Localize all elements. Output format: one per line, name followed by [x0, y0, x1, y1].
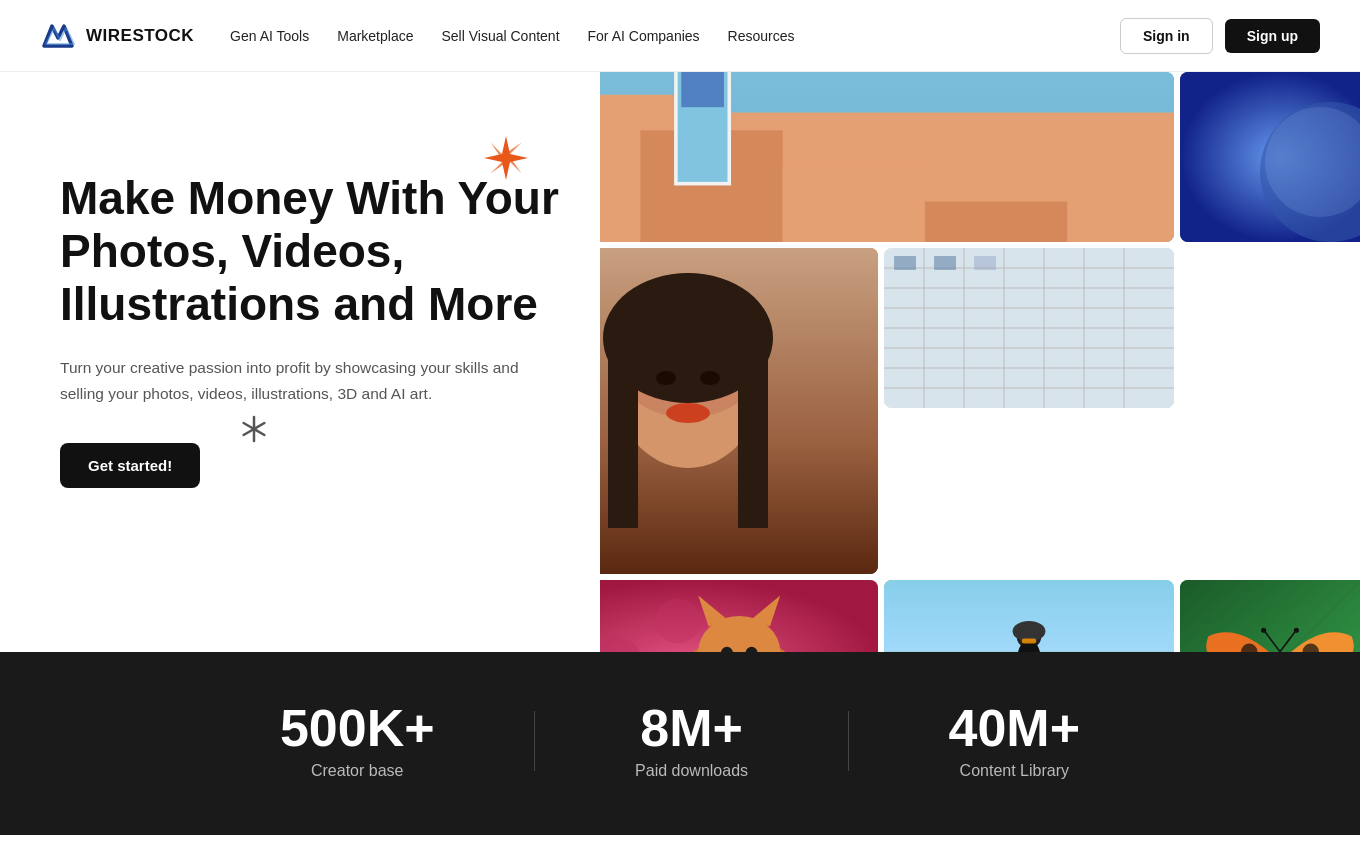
brand-name: WIRESTOCK	[86, 26, 194, 46]
svg-rect-72	[1022, 638, 1036, 643]
svg-rect-43	[974, 256, 996, 270]
get-started-button[interactable]: Get started!	[60, 443, 200, 488]
navbar: WIRESTOCK Gen AI Tools Marketplace Sell …	[0, 0, 1360, 72]
hero-subtitle: Turn your creative passion into profit b…	[60, 355, 560, 408]
image-cat	[600, 580, 878, 652]
stats-bar: 500K+ Creator base 8M+ Paid downloads 40…	[0, 652, 1360, 835]
starburst-icon	[480, 132, 532, 184]
svg-rect-22	[738, 348, 768, 528]
hero-image-grid	[600, 72, 1360, 652]
star-decoration-icon	[480, 132, 532, 192]
svg-rect-42	[934, 256, 956, 270]
nav-link-gen-ai-tools[interactable]: Gen AI Tools	[230, 28, 309, 44]
stat-divider-2	[848, 711, 849, 771]
image-grid-container	[600, 72, 1360, 652]
nav-link-for-ai-companies[interactable]: For AI Companies	[588, 28, 700, 44]
image-woman	[600, 248, 878, 574]
stat-number-paid-downloads: 8M+	[640, 702, 743, 754]
asterisk-decoration-icon	[240, 415, 268, 448]
stat-number-content-library: 40M+	[949, 702, 1081, 754]
nav-link-marketplace[interactable]: Marketplace	[337, 28, 413, 44]
stat-divider-1	[534, 711, 535, 771]
logo-icon	[40, 18, 76, 54]
stat-label-creator-base: Creator base	[311, 762, 404, 780]
nav-left: WIRESTOCK Gen AI Tools Marketplace Sell …	[40, 18, 795, 54]
image-stairs	[600, 72, 1174, 242]
nav-link-sell-visual-content[interactable]: Sell Visual Content	[441, 28, 559, 44]
stat-paid-downloads: 8M+ Paid downloads	[635, 702, 748, 780]
svg-point-71	[1013, 621, 1046, 642]
hero-section: Make Money With Your Photos, Videos, Ill…	[0, 72, 1360, 652]
svg-point-25	[666, 403, 710, 423]
hero-content: Make Money With Your Photos, Videos, Ill…	[0, 72, 600, 528]
stat-label-content-library: Content Library	[960, 762, 1069, 780]
signin-button[interactable]: Sign in	[1120, 18, 1213, 54]
svg-point-82	[1294, 628, 1299, 633]
svg-point-23	[656, 371, 676, 385]
stat-label-paid-downloads: Paid downloads	[635, 762, 748, 780]
nav-links: Gen AI Tools Marketplace Sell Visual Con…	[230, 28, 794, 44]
svg-point-80	[1261, 628, 1266, 633]
nav-right: Sign in Sign up	[1120, 18, 1320, 54]
svg-rect-41	[894, 256, 916, 270]
hero-title: Make Money With Your Photos, Videos, Ill…	[60, 172, 560, 331]
stats-inner: 500K+ Creator base 8M+ Paid downloads 40…	[230, 702, 1130, 780]
stat-number-creator-base: 500K+	[280, 702, 435, 754]
stat-content-library: 40M+ Content Library	[949, 702, 1081, 780]
image-blue	[1180, 72, 1360, 242]
stat-creator-base: 500K+ Creator base	[280, 702, 435, 780]
signup-button[interactable]: Sign up	[1225, 19, 1320, 53]
svg-point-24	[700, 371, 720, 385]
svg-point-48	[655, 598, 700, 643]
image-cyclist	[884, 580, 1174, 652]
svg-rect-21	[608, 348, 638, 528]
image-building	[884, 248, 1174, 408]
nav-link-resources[interactable]: Resources	[728, 28, 795, 44]
logo[interactable]: WIRESTOCK	[40, 18, 194, 54]
image-butterfly	[1180, 580, 1360, 652]
asterisk-icon	[240, 415, 268, 443]
